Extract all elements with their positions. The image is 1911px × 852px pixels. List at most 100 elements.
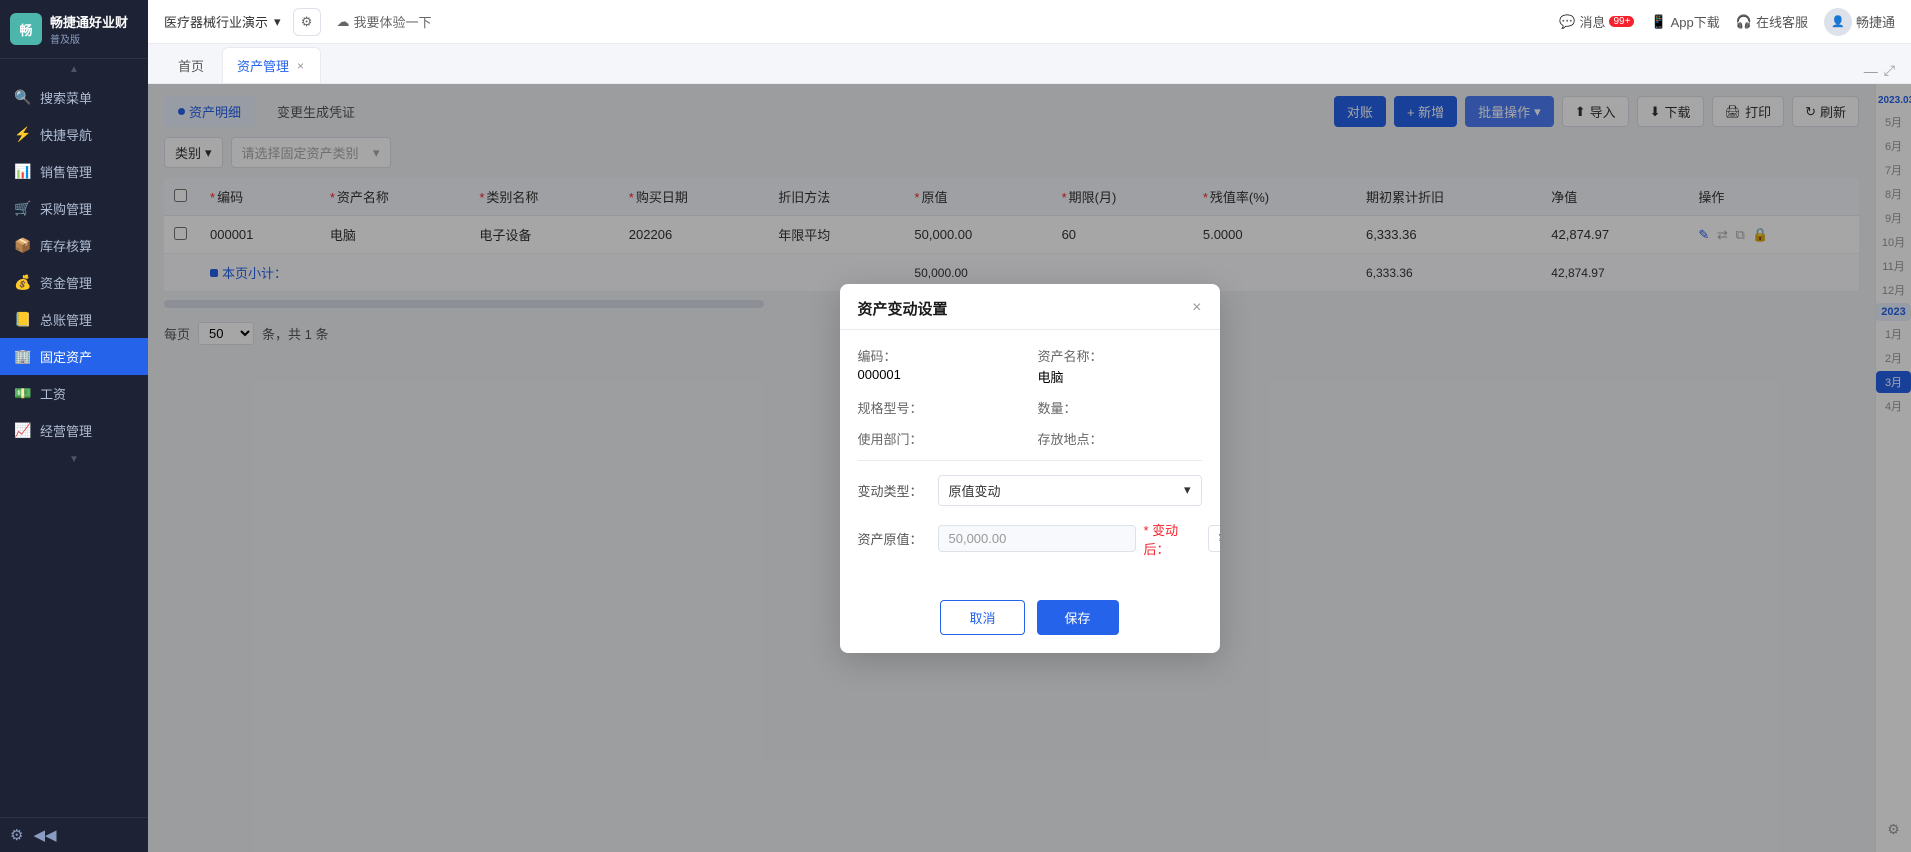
feedback-button[interactable]: ☁ 我要体验一下 <box>337 12 432 31</box>
modal-field-location: 存放地点： <box>1038 429 1202 448</box>
customer-service-label: 在线客服 <box>1756 12 1808 31</box>
main-area: 医疗器械行业演示 ▾ ⚙ ☁ 我要体验一下 💬 消息 99+ 📱 App下载 🎧… <box>148 0 1911 852</box>
tab-home-label: 首页 <box>178 56 204 75</box>
sidebar-item-ledger[interactable]: 📒 总账管理 <box>0 301 148 338</box>
sidebar: 畅 畅捷通好业财 普及版 ▲ 🔍 搜索菜单 ⚡ 快捷导航 📊 销售管理 🛒 采购… <box>0 0 148 852</box>
settings-gear-icon[interactable]: ⚙ <box>10 826 23 844</box>
modal-location-label: 存放地点： <box>1038 429 1202 448</box>
window-minimize-icon[interactable]: — <box>1864 63 1878 79</box>
user-profile-button[interactable]: 👤 畅捷通 <box>1824 8 1895 36</box>
lightning-icon: ⚡ <box>14 126 32 143</box>
feedback-label: 我要体验一下 <box>354 12 432 31</box>
app-logo: 畅 <box>10 13 42 45</box>
box-icon: 📦 <box>14 237 32 254</box>
sidebar-scroll-down[interactable]: ▼ <box>0 449 148 469</box>
sidebar-scroll-up[interactable]: ▲ <box>0 59 148 79</box>
modal-info-row-3: 使用部门： 存放地点： <box>858 429 1202 448</box>
topbar-right: 💬 消息 99+ 📱 App下载 🎧 在线客服 👤 畅捷通 <box>1559 8 1895 36</box>
cart-icon: 🛒 <box>14 200 32 217</box>
modal-code-label: 编码： <box>858 346 1022 365</box>
modal-form-change-type: 变动类型： 原值变动 ▾ <box>858 475 1202 506</box>
modal-asset-name-value: 电脑 <box>1038 367 1202 386</box>
sidebar-item-quicknav[interactable]: ⚡ 快捷导航 <box>0 116 148 153</box>
modal-field-code: 编码： 000001 <box>858 346 1022 386</box>
modal-quantity-label: 数量： <box>1038 398 1202 417</box>
payroll-icon: 💵 <box>14 385 32 402</box>
change-type-chevron-icon: ▾ <box>1184 482 1191 498</box>
tab-asset-management[interactable]: 资产管理 × <box>222 47 321 83</box>
user-avatar: 👤 <box>1824 8 1852 36</box>
headset-icon: 🎧 <box>1736 14 1752 30</box>
sidebar-item-payroll[interactable]: 💵 工资 <box>0 375 148 412</box>
ledger-icon: 📒 <box>14 311 32 328</box>
sidebar-item-label: 总账管理 <box>40 310 92 329</box>
save-button[interactable]: 保存 <box>1037 600 1119 635</box>
app-download-button[interactable]: 📱 App下载 <box>1650 12 1719 31</box>
change-type-select[interactable]: 原值变动 ▾ <box>938 475 1202 506</box>
gear-icon: ⚙ <box>301 14 313 30</box>
chart-icon: 📊 <box>14 163 32 180</box>
modal-after-label: * 变动后： <box>1144 520 1200 558</box>
sidebar-item-label: 固定资产 <box>40 347 92 366</box>
modal-asset-name-label: 资产名称： <box>1038 346 1202 365</box>
modal-field-dept: 使用部门： <box>858 429 1022 448</box>
app-download-label: App下载 <box>1671 12 1720 31</box>
user-name: 畅捷通 <box>1856 12 1895 31</box>
tab-close-icon[interactable]: × <box>295 59 306 73</box>
money-icon: 💰 <box>14 274 32 291</box>
tabbar: 首页 资产管理 × — ⤢ <box>148 44 1911 84</box>
modal-form-original-value: 资产原值： * 变动后： <box>858 520 1202 558</box>
sidebar-item-label: 工资 <box>40 384 66 403</box>
modal-title: 资产变动设置 <box>858 298 948 319</box>
sidebar-item-label: 库存核算 <box>40 236 92 255</box>
tab-asset-label: 资产管理 <box>237 56 289 75</box>
sidebar-item-purchase[interactable]: 🛒 采购管理 <box>0 190 148 227</box>
sidebar-item-operations[interactable]: 📈 经营管理 <box>0 412 148 449</box>
original-value-input[interactable] <box>938 525 1136 552</box>
settings-button[interactable]: ⚙ <box>293 8 321 36</box>
modal-field-quantity: 数量： <box>1038 398 1202 417</box>
modal-header: 资产变动设置 × <box>840 284 1220 330</box>
notification-badge: 99+ <box>1609 16 1634 27</box>
sidebar-item-search[interactable]: 🔍 搜索菜单 <box>0 79 148 116</box>
notification-button[interactable]: 💬 消息 99+ <box>1559 12 1634 31</box>
sidebar-item-label: 资金管理 <box>40 273 92 292</box>
sidebar-collapse-icon[interactable]: ◀◀ <box>33 826 56 844</box>
asset-change-modal: 资产变动设置 × 编码： 000001 资产名称： 电脑 <box>840 284 1220 653</box>
modal-divider <box>858 460 1202 461</box>
app-title: 畅捷通好业财 <box>50 12 128 31</box>
modal-change-type-label: 变动类型： <box>858 481 930 500</box>
sidebar-item-sales[interactable]: 📊 销售管理 <box>0 153 148 190</box>
sidebar-item-label: 采购管理 <box>40 199 92 218</box>
change-type-value: 原值变动 <box>949 481 1001 500</box>
tab-home[interactable]: 首页 <box>164 48 218 83</box>
sidebar-bottom: ⚙ ◀◀ <box>0 817 148 852</box>
notification-label: 消息 <box>1579 12 1605 31</box>
modal-code-value: 000001 <box>858 367 1022 382</box>
sidebar-item-label: 快捷导航 <box>40 125 92 144</box>
company-selector[interactable]: 医疗器械行业演示 ▾ <box>164 12 281 31</box>
bell-icon: 💬 <box>1559 14 1575 30</box>
sidebar-item-fixed-assets[interactable]: 🏢 固定资产 <box>0 338 148 375</box>
modal-info-row-1: 编码： 000001 资产名称： 电脑 <box>858 346 1202 386</box>
window-expand-icon[interactable]: ⤢ <box>1884 62 1895 79</box>
modal-footer: 取消 保存 <box>840 588 1220 653</box>
download-icon: 📱 <box>1650 14 1666 30</box>
modal-close-icon[interactable]: × <box>1192 300 1201 316</box>
app-edition: 普及版 <box>50 31 128 46</box>
company-chevron-icon: ▾ <box>274 14 281 30</box>
sidebar-item-inventory[interactable]: 📦 库存核算 <box>0 227 148 264</box>
feedback-icon: ☁ <box>337 14 350 30</box>
trending-icon: 📈 <box>14 422 32 439</box>
customer-service-button[interactable]: 🎧 在线客服 <box>1736 12 1808 31</box>
cancel-button[interactable]: 取消 <box>940 600 1024 635</box>
modal-original-value-label: 资产原值： <box>858 529 930 548</box>
sidebar-item-label: 经营管理 <box>40 421 92 440</box>
modal-field-asset-name: 资产名称： 电脑 <box>1038 346 1202 386</box>
after-value-input[interactable] <box>1208 525 1220 552</box>
sidebar-item-funds[interactable]: 💰 资金管理 <box>0 264 148 301</box>
content-area: 资产明细 变更生成凭证 对账 + 新增 批量操作 ▾ <box>148 84 1911 852</box>
app-title-block: 畅捷通好业财 普及版 <box>50 12 128 46</box>
modal-info-row-2: 规格型号： 数量： <box>858 398 1202 417</box>
sidebar-item-label: 销售管理 <box>40 162 92 181</box>
